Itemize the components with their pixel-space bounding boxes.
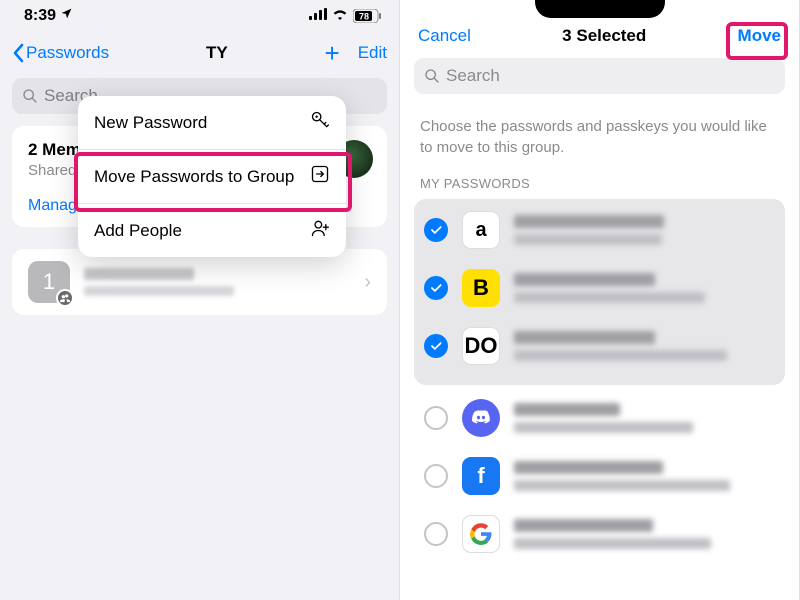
location-icon <box>60 7 73 25</box>
right-phone-screen: Cancel 3 Selected Move Search Choose the… <box>400 0 800 600</box>
group-badge-icon <box>56 289 74 307</box>
back-label: Passwords <box>26 43 109 63</box>
redacted-text <box>514 292 705 303</box>
checkbox-unchecked[interactable] <box>424 464 448 488</box>
redacted-text <box>514 350 727 361</box>
add-button[interactable]: + <box>325 40 340 66</box>
amazon-icon: a <box>462 211 500 249</box>
checkbox-checked[interactable] <box>424 276 448 300</box>
row-texts <box>514 273 779 303</box>
nav-bar: Passwords TY + Edit <box>0 32 399 74</box>
redacted-text <box>514 461 663 474</box>
menu-new-password[interactable]: New Password <box>78 96 346 150</box>
menu-label: New Password <box>94 112 310 133</box>
instructions-text: Choose the passwords and passkeys you wo… <box>400 98 799 164</box>
password-entry[interactable]: 1 › <box>12 249 387 315</box>
status-bar: 8:39 78 <box>0 0 399 32</box>
facebook-icon: f <box>462 457 500 495</box>
search-icon <box>424 68 440 84</box>
chevron-left-icon <box>12 43 24 63</box>
redacted-text <box>514 538 711 549</box>
move-button[interactable]: Move <box>738 26 781 46</box>
row-texts <box>514 461 779 491</box>
redacted-text <box>514 215 664 228</box>
redacted-text <box>514 480 730 491</box>
status-time: 8:39 <box>24 7 56 25</box>
key-icon <box>310 110 330 135</box>
checkbox-checked[interactable] <box>424 218 448 242</box>
menu-label: Move Passwords to Group <box>94 166 310 187</box>
row-texts <box>514 519 779 549</box>
popover-menu: New Password Move Passwords to Group Add… <box>78 96 346 257</box>
cancel-button[interactable]: Cancel <box>418 26 471 46</box>
password-row[interactable] <box>414 505 785 563</box>
password-row[interactable]: B <box>414 259 785 317</box>
svg-text:78: 78 <box>359 12 369 22</box>
entry-thumb: 1 <box>28 261 70 303</box>
search-icon <box>22 88 38 104</box>
selected-passwords-group: aB DO <box>414 199 785 385</box>
notch <box>400 0 799 18</box>
left-phone-screen: 8:39 78 Passwords <box>0 0 400 600</box>
password-row[interactable]: a <box>414 201 785 259</box>
edit-button[interactable]: Edit <box>358 43 387 63</box>
bestbuy-icon: B <box>462 269 500 307</box>
redacted-text <box>514 273 655 286</box>
add-people-icon <box>310 218 330 243</box>
row-texts <box>514 331 779 361</box>
menu-label: Add People <box>94 220 310 241</box>
move-to-group-icon <box>310 164 330 189</box>
row-texts <box>514 403 779 433</box>
battery-icon: 78 <box>353 9 381 23</box>
redacted-text <box>84 268 194 280</box>
modal-title: 3 Selected <box>562 26 646 46</box>
chevron-right-icon: › <box>364 271 371 294</box>
menu-move-passwords[interactable]: Move Passwords to Group <box>78 150 346 204</box>
redacted-text <box>514 403 620 416</box>
page-title: TY <box>206 43 228 63</box>
menu-add-people[interactable]: Add People <box>78 204 346 257</box>
redacted-text <box>514 422 693 433</box>
entry-thumb-number: 1 <box>43 269 55 295</box>
redacted-text <box>514 519 653 532</box>
entry-texts <box>84 268 234 296</box>
signal-icon <box>309 7 327 25</box>
redacted-text <box>514 331 655 344</box>
modal-nav: Cancel 3 Selected Move <box>400 18 799 52</box>
unselected-passwords-group: f <box>400 385 799 563</box>
password-row[interactable]: f <box>414 447 785 505</box>
checkbox-unchecked[interactable] <box>424 522 448 546</box>
redacted-text <box>84 286 234 296</box>
search-input[interactable]: Search <box>414 58 785 94</box>
password-row[interactable] <box>414 389 785 447</box>
do-icon: DO <box>462 327 500 365</box>
redacted-text <box>514 234 662 245</box>
password-row[interactable]: DO <box>414 317 785 375</box>
checkbox-checked[interactable] <box>424 334 448 358</box>
google-icon <box>462 515 500 553</box>
search-placeholder: Search <box>446 66 500 86</box>
back-button[interactable]: Passwords <box>12 43 109 63</box>
row-texts <box>514 215 779 245</box>
discord-icon <box>462 399 500 437</box>
section-label: MY PASSWORDS <box>400 164 799 199</box>
wifi-icon <box>332 7 348 25</box>
checkbox-unchecked[interactable] <box>424 406 448 430</box>
